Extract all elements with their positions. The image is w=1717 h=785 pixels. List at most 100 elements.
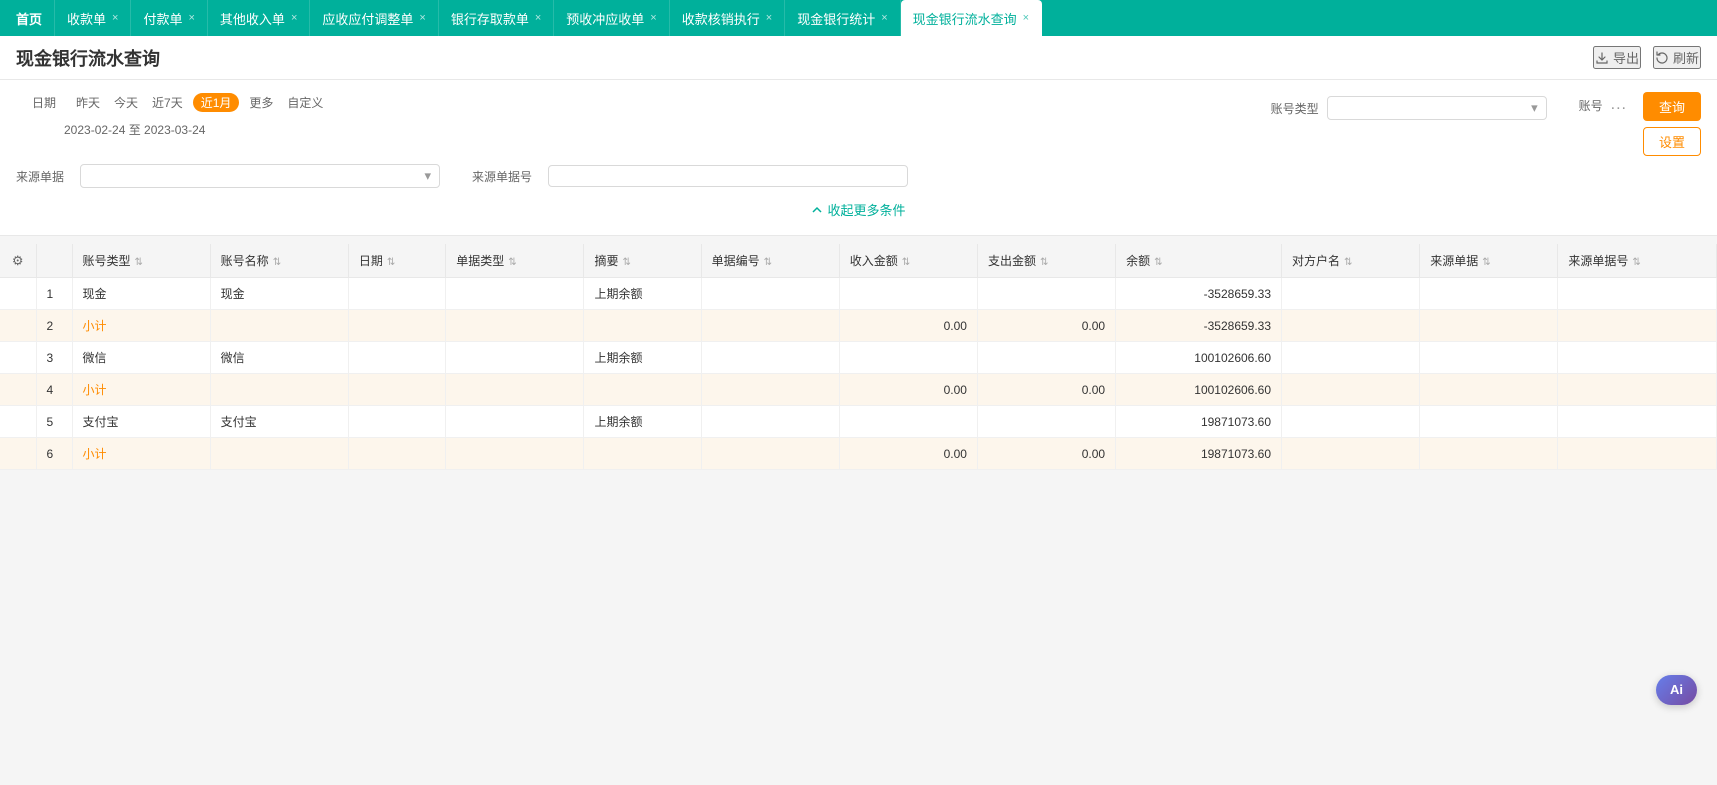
- nav-tab-label-5: 预收冲应收单: [566, 9, 644, 28]
- th-date[interactable]: 日期⇅: [348, 244, 445, 278]
- table-cell: [701, 342, 839, 374]
- date-opt-custom[interactable]: 自定义: [283, 92, 327, 113]
- close-icon-7[interactable]: ×: [881, 12, 887, 24]
- filter-row-source: 来源单据 ▾ 来源单据号: [16, 164, 1701, 188]
- th-income[interactable]: 收入金额⇅: [839, 244, 977, 278]
- source-doc-no-input[interactable]: [548, 165, 908, 187]
- sort-icon-doc-no: ⇅: [764, 257, 772, 268]
- date-opt-more[interactable]: 更多: [245, 92, 277, 113]
- table-cell: [1558, 406, 1717, 438]
- table-container: ⚙ 账号类型⇅ 账号名称⇅ 日期⇅ 单据类型⇅ 摘要⇅ 单据编号⇅ 收入金额⇅ …: [0, 244, 1717, 470]
- table-cell: [977, 342, 1115, 374]
- nav-tab-label-3: 应收应付调整单: [322, 9, 413, 28]
- nav-tab-6[interactable]: 收款核销执行 ×: [670, 0, 785, 36]
- table-cell: 上期余额: [584, 406, 701, 438]
- table-cell: [1558, 278, 1717, 310]
- export-button[interactable]: 导出: [1593, 46, 1641, 69]
- nav-tab-home[interactable]: 首页: [4, 0, 55, 36]
- th-account-name[interactable]: 账号名称⇅: [210, 244, 348, 278]
- nav-tab-4[interactable]: 银行存取款单 ×: [439, 0, 554, 36]
- table-cell: [0, 310, 36, 342]
- sort-icon-expense: ⇅: [1040, 257, 1048, 268]
- table-cell: [1558, 374, 1717, 406]
- table-cell: [839, 278, 977, 310]
- settings-button[interactable]: 设置: [1643, 127, 1701, 156]
- table-cell: [1282, 438, 1420, 470]
- table-row: 6小计0.000.0019871073.60: [0, 438, 1717, 470]
- gear-icon[interactable]: ⚙: [12, 253, 24, 268]
- source-doc-value: [89, 169, 93, 184]
- table-cell: 1: [36, 278, 72, 310]
- nav-tab-8[interactable]: 现金银行流水查询 ×: [901, 0, 1042, 36]
- date-range-display: 2023-02-24 至 2023-03-24: [64, 123, 205, 137]
- th-source-doc-no[interactable]: 来源单据号⇅: [1558, 244, 1717, 278]
- account-type-select[interactable]: ▾: [1327, 96, 1547, 120]
- ai-assistant-badge[interactable]: Ai: [1656, 675, 1697, 705]
- close-icon-2[interactable]: ×: [291, 12, 297, 24]
- close-icon-5[interactable]: ×: [650, 12, 656, 24]
- table-cell: 5: [36, 406, 72, 438]
- source-doc-select[interactable]: ▾: [80, 164, 440, 188]
- collapse-bar[interactable]: 收起更多条件: [16, 196, 1701, 223]
- table-cell: [446, 406, 584, 438]
- close-icon-6[interactable]: ×: [766, 12, 772, 24]
- refresh-button[interactable]: 刷新: [1653, 46, 1701, 69]
- table-cell: [1282, 342, 1420, 374]
- nav-tab-2[interactable]: 其他收入单 ×: [208, 0, 310, 36]
- date-opt-7days[interactable]: 近7天: [148, 92, 187, 113]
- close-icon-1[interactable]: ×: [188, 12, 194, 24]
- th-gear[interactable]: ⚙: [0, 244, 36, 278]
- nav-tab-label-2: 其他收入单: [220, 9, 285, 28]
- table-cell: 微信: [210, 342, 348, 374]
- th-doc-no[interactable]: 单据编号⇅: [701, 244, 839, 278]
- table-cell: [701, 438, 839, 470]
- nav-tab-label-6: 收款核销执行: [682, 9, 760, 28]
- table-cell: [348, 278, 445, 310]
- date-opt-today[interactable]: 今天: [110, 92, 142, 113]
- close-icon-8[interactable]: ×: [1023, 12, 1029, 24]
- nav-tab-3[interactable]: 应收应付调整单 ×: [310, 0, 438, 36]
- th-expense[interactable]: 支出金额⇅: [977, 244, 1115, 278]
- table-row: 1现金现金上期余额-3528659.33: [0, 278, 1717, 310]
- table-cell: 小计: [72, 374, 210, 406]
- table-cell: [584, 374, 701, 406]
- nav-tab-0[interactable]: 收款单 ×: [55, 0, 131, 36]
- th-idx: [36, 244, 72, 278]
- account-type-label: 账号类型: [1271, 100, 1319, 117]
- close-icon-0[interactable]: ×: [112, 12, 118, 24]
- date-label: 日期: [16, 94, 56, 111]
- table-cell: [839, 406, 977, 438]
- table-cell: 100102606.60: [1116, 342, 1282, 374]
- close-icon-3[interactable]: ×: [419, 12, 425, 24]
- table-cell: 3: [36, 342, 72, 374]
- th-balance[interactable]: 余额⇅: [1116, 244, 1282, 278]
- nav-tab-5[interactable]: 预收冲应收单 ×: [554, 0, 669, 36]
- query-button[interactable]: 查询: [1643, 92, 1701, 121]
- nav-tab-1[interactable]: 付款单 ×: [131, 0, 207, 36]
- source-doc-label: 来源单据: [16, 168, 64, 185]
- th-doc-type[interactable]: 单据类型⇅: [446, 244, 584, 278]
- table-cell: [210, 310, 348, 342]
- th-source-doc[interactable]: 来源单据⇅: [1420, 244, 1558, 278]
- nav-tab-label-7: 现金银行统计: [797, 9, 875, 28]
- table-cell: [0, 278, 36, 310]
- table-header-row: ⚙ 账号类型⇅ 账号名称⇅ 日期⇅ 单据类型⇅ 摘要⇅ 单据编号⇅ 收入金额⇅ …: [0, 244, 1717, 278]
- th-counterpart[interactable]: 对方户名⇅: [1282, 244, 1420, 278]
- date-opt-yesterday[interactable]: 昨天: [72, 92, 104, 113]
- th-account-type[interactable]: 账号类型⇅: [72, 244, 210, 278]
- table-cell: 0.00: [977, 310, 1115, 342]
- table-cell: 现金: [72, 278, 210, 310]
- date-opt-1month[interactable]: 近1月: [193, 93, 240, 112]
- th-summary[interactable]: 摘要⇅: [584, 244, 701, 278]
- export-icon: [1595, 51, 1609, 65]
- table-cell: 支付宝: [210, 406, 348, 438]
- action-buttons: 查询 设置: [1643, 92, 1701, 156]
- table-cell: [446, 342, 584, 374]
- close-icon-4[interactable]: ×: [535, 12, 541, 24]
- table-cell: [210, 438, 348, 470]
- table-cell: [1420, 438, 1558, 470]
- table-row: 2小计0.000.00-3528659.33: [0, 310, 1717, 342]
- account-dots[interactable]: ...: [1611, 96, 1627, 114]
- table-cell: 100102606.60: [1116, 374, 1282, 406]
- nav-tab-7[interactable]: 现金银行统计 ×: [785, 0, 900, 36]
